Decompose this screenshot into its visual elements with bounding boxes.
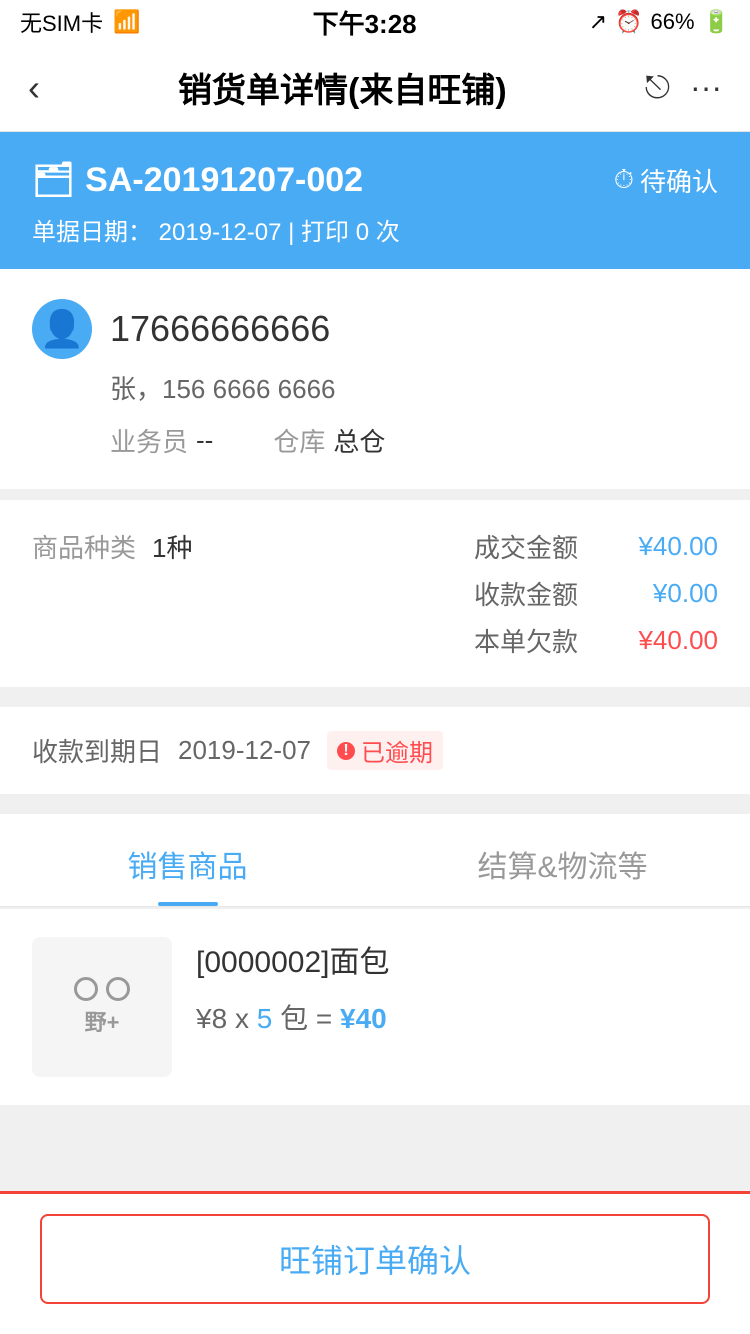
logo-plus: 野+ <box>85 1005 120 1037</box>
sales-meta: 业务员 -- <box>110 422 213 459</box>
battery-icon: 🔋 <box>703 9 730 35</box>
transaction-row: 成交金额 ¥40.00 <box>474 528 718 565</box>
print-count: 0 <box>356 219 369 246</box>
wifi-icon: 📶 <box>113 9 140 35</box>
eye-left <box>74 977 98 1001</box>
product-name: [0000002]面包 <box>196 937 718 981</box>
owed-value: ¥40.00 <box>598 625 718 656</box>
divider-2 <box>0 697 750 707</box>
print-label: | 打印 <box>288 219 349 246</box>
avatar: 👤 <box>32 299 92 359</box>
sales-value: -- <box>196 425 213 456</box>
eye-right <box>106 977 130 1001</box>
nav-bar: ‹ 销货单详情(来自旺铺) ⎋ ··· <box>0 44 750 132</box>
order-id-text: SA-20191207-002 <box>85 161 363 200</box>
product-logo: 野+ <box>74 977 130 1037</box>
confirm-button[interactable]: 旺铺订单确认 <box>40 1214 710 1304</box>
status-bar: 无SIM卡 📶 下午3:28 ↗ ⏰ 66% 🔋 <box>0 0 750 44</box>
customer-section: 👤 17666666666 张，156 6666 6666 业务员 -- 仓库 … <box>0 269 750 490</box>
location-icon: ↗ <box>589 9 607 35</box>
status-right: ↗ ⏰ 66% 🔋 <box>589 9 730 35</box>
due-label: 收款到期日 <box>32 732 162 769</box>
sales-label: 业务员 <box>110 422 188 459</box>
product-section: 野+ [0000002]面包 ¥8 x 5 包 = ¥40 <box>0 909 750 1105</box>
overdue-dot: ! <box>337 742 355 760</box>
product-type-value: 1种 <box>152 528 192 565</box>
tab-settlement[interactable]: 结算&物流等 <box>375 814 750 906</box>
payment-label: 收款金额 <box>474 575 578 612</box>
owed-row: 本单欠款 ¥40.00 <box>474 622 718 659</box>
tab-sales-label: 销售商品 <box>128 851 248 884</box>
product-price: ¥8 x 5 包 = ¥40 <box>196 997 718 1037</box>
multiply-sign: x <box>235 1003 257 1034</box>
product-info: [0000002]面包 ¥8 x 5 包 = ¥40 <box>196 937 718 1037</box>
date-label: 单据日期： <box>32 219 152 246</box>
order-date-row: 单据日期： 2019-12-07 | 打印 0 次 <box>32 212 718 247</box>
payment-value: ¥0.00 <box>598 578 718 609</box>
product-type-stat: 商品种类 1种 <box>32 528 192 565</box>
more-button[interactable]: ··· <box>690 69 722 106</box>
transaction-value: ¥40.00 <box>598 531 718 562</box>
payment-row: 收款金额 ¥0.00 <box>474 575 718 612</box>
customer-info: 张，156 6666 6666 <box>110 369 718 406</box>
warehouse-label: 仓库 <box>273 422 325 459</box>
due-date: 2019-12-07 <box>178 735 311 766</box>
page-title: 销货单详情(来自旺铺) <box>178 63 507 112</box>
avatar-icon: 👤 <box>40 308 85 350</box>
order-id: 🗂 SA-20191207-002 <box>32 160 363 200</box>
carrier-label: 无SIM卡 <box>20 6 103 38</box>
warehouse-meta: 仓库 总仓 <box>273 422 385 459</box>
status-left: 无SIM卡 📶 <box>20 6 141 38</box>
tabs-section: 销售商品 结算&物流等 <box>0 814 750 907</box>
overdue-text: 已逾期 <box>361 733 433 768</box>
product-quantity: 5 <box>257 1003 273 1034</box>
overdue-badge: ! 已逾期 <box>327 731 443 770</box>
divider-3 <box>0 804 750 814</box>
status-time: 下午3:28 <box>313 4 417 41</box>
product-total: ¥40 <box>340 1003 387 1034</box>
nav-actions: ⎋ ··· <box>645 69 722 107</box>
share-button[interactable]: ⎋ <box>645 69 670 107</box>
divider-1 <box>0 490 750 500</box>
price-per-unit: ¥8 <box>196 1003 227 1034</box>
customer-meta: 业务员 -- 仓库 总仓 <box>110 422 718 459</box>
status-text: 待确认 <box>640 162 718 199</box>
tab-settlement-label: 结算&物流等 <box>477 851 647 884</box>
transaction-label: 成交金额 <box>474 528 578 565</box>
battery-label: 66% <box>651 9 695 35</box>
back-button[interactable]: ‹ <box>28 67 40 109</box>
customer-phone: 17666666666 <box>110 308 330 350</box>
date-value: 2019-12-07 <box>159 219 282 246</box>
product-type-label: 商品种类 <box>32 528 136 565</box>
print-unit: 次 <box>376 219 400 246</box>
stats-section: 商品种类 1种 成交金额 ¥40.00 收款金额 ¥0.00 本单欠款 ¥40.… <box>0 500 750 697</box>
order-icon: 🗂 <box>32 160 75 200</box>
due-section: 收款到期日 2019-12-07 ! 已逾期 <box>0 707 750 804</box>
customer-top: 👤 17666666666 <box>32 299 718 359</box>
equals-sign: = <box>316 1003 340 1034</box>
order-banner-top: 🗂 SA-20191207-002 ⏱ 待确认 <box>32 160 718 200</box>
status-icon: ⏱ <box>614 164 634 196</box>
alarm-icon: ⏰ <box>615 9 642 35</box>
product-image: 野+ <box>32 937 172 1077</box>
order-banner: 🗂 SA-20191207-002 ⏱ 待确认 单据日期： 2019-12-07… <box>0 132 750 269</box>
product-item: 野+ [0000002]面包 ¥8 x 5 包 = ¥40 <box>32 937 718 1077</box>
owed-label: 本单欠款 <box>474 622 578 659</box>
confirm-button-container: 旺铺订单确认 <box>0 1191 750 1334</box>
warehouse-value: 总仓 <box>333 422 385 459</box>
financial-stats: 成交金额 ¥40.00 收款金额 ¥0.00 本单欠款 ¥40.00 <box>474 528 718 659</box>
logo-eyes <box>74 977 130 1001</box>
order-status: ⏱ 待确认 <box>614 162 718 199</box>
tab-sales-products[interactable]: 销售商品 <box>0 814 375 906</box>
product-unit: 包 <box>280 1003 308 1034</box>
